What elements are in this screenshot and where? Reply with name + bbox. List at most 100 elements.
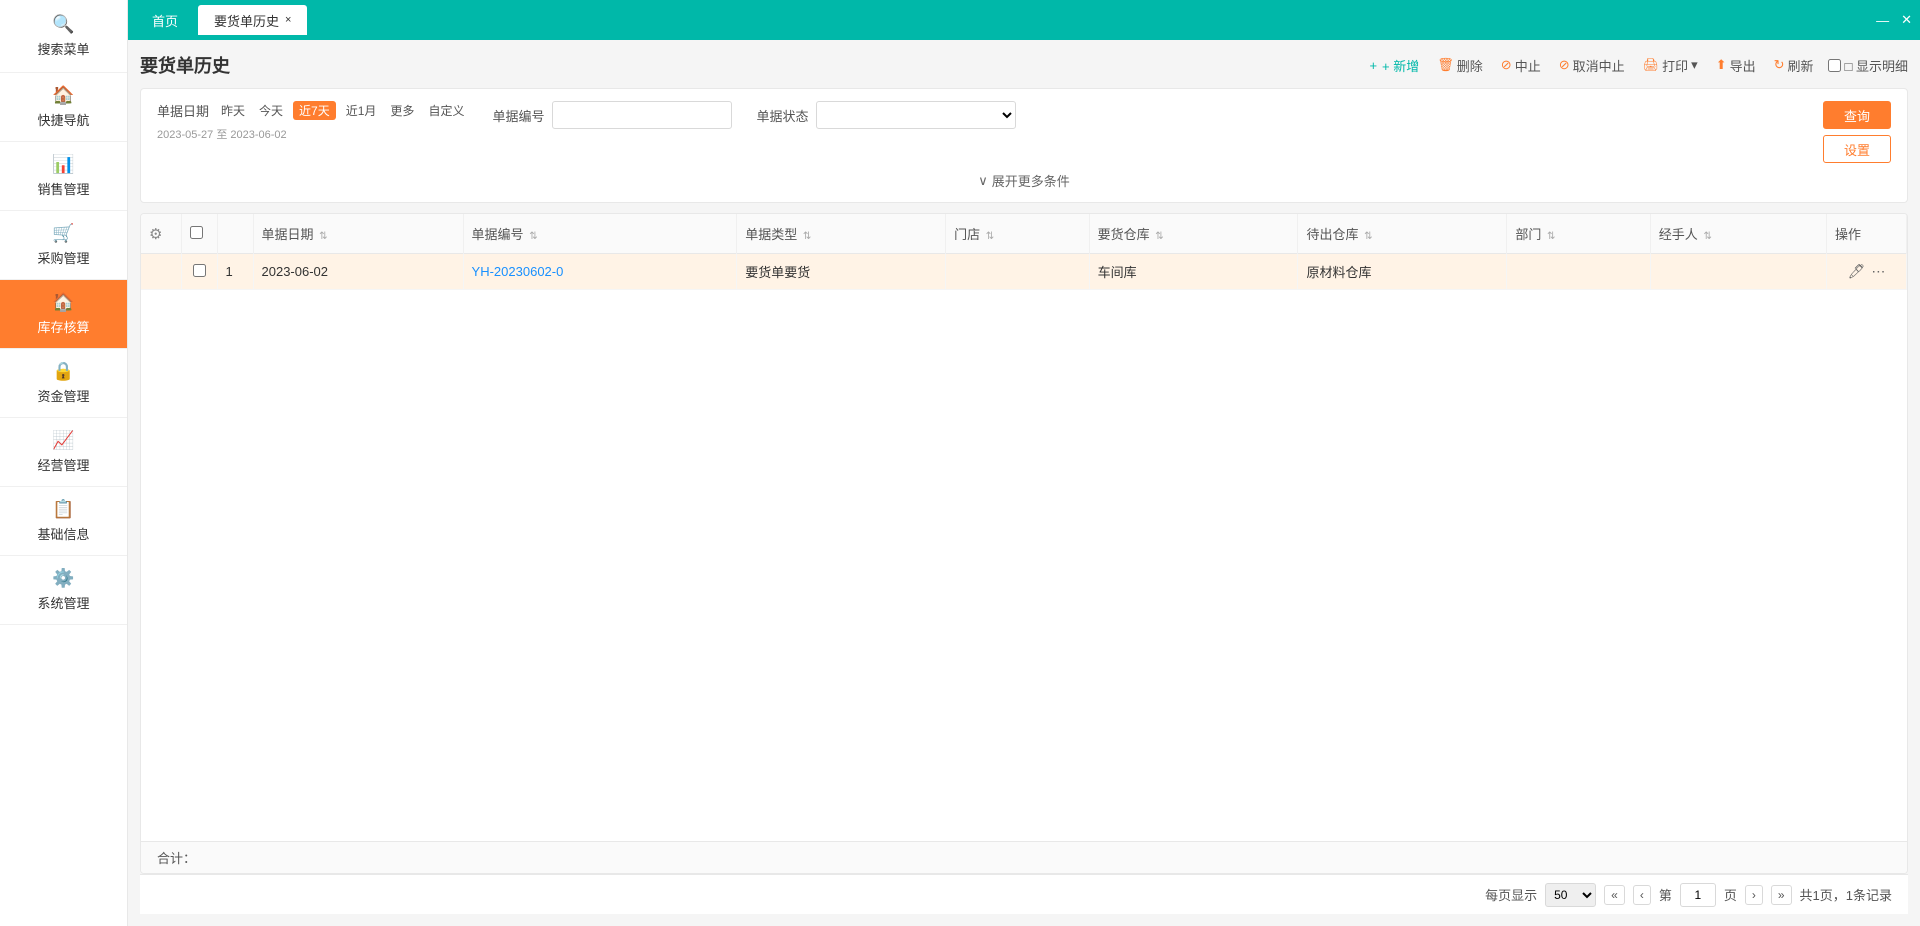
settings-button[interactable]: 设置 — [1823, 135, 1891, 163]
doc-status-filter-col: 单据状态 — [756, 101, 1016, 129]
filter-area: 单据日期 昨天 今天 近7天 近1月 更多 自定义 2023-05-27 至 2… — [140, 88, 1908, 203]
sidebar-item-label: 快捷导航 — [37, 110, 89, 129]
cell-store — [946, 254, 1089, 290]
data-table-container: ⚙ 单据日期 ⇅ 单据编号 — [140, 213, 1908, 874]
th-req-warehouse[interactable]: 要货仓库 ⇅ — [1089, 214, 1298, 254]
cell-handler — [1650, 254, 1826, 290]
cell-req-warehouse: 车间库 — [1089, 254, 1298, 290]
cell-doc-number: YH-20230602-0 — [463, 254, 737, 290]
sidebar-item-label: 基础信息 — [37, 524, 89, 543]
page-number-input[interactable] — [1680, 883, 1716, 907]
th-doc-type-label: 单据类型 — [745, 227, 797, 242]
date-custom[interactable]: 自定义 — [424, 101, 468, 120]
suspend-button[interactable]: ⊘ 中止 — [1497, 54, 1545, 77]
th-doc-number[interactable]: 单据编号 ⇅ — [463, 214, 737, 254]
export-label: 导出 — [1730, 56, 1756, 75]
th-department[interactable]: 部门 ⇅ — [1507, 214, 1650, 254]
new-button[interactable]: + + 新增 — [1365, 54, 1423, 77]
first-page-button[interactable]: « — [1604, 885, 1625, 905]
print-icon: 🖨 — [1643, 57, 1660, 73]
doc-number-link[interactable]: YH-20230602-0 — [472, 264, 564, 279]
document-icon: 📋 — [52, 499, 74, 520]
date-last-month[interactable]: 近1月 — [342, 101, 381, 120]
date-today[interactable]: 今天 — [255, 101, 287, 120]
next-page-button[interactable]: › — [1745, 885, 1763, 905]
pagination-bar: 每页显示 50 10 20 100 « ‹ 第 页 › » 共1页，1条记录 — [140, 874, 1908, 914]
print-label: 打印 — [1662, 56, 1688, 75]
sidebar-item-quick-nav[interactable]: 🏠 快捷导航 — [0, 73, 127, 142]
cancel-suspend-button[interactable]: ⊘ 取消中止 — [1555, 54, 1629, 77]
export-button[interactable]: ⬆ 导出 — [1712, 54, 1760, 77]
date-yesterday[interactable]: 昨天 — [217, 101, 249, 120]
cell-settings — [141, 254, 181, 290]
sidebar-item-label: 采购管理 — [37, 248, 89, 267]
total-records: 共1页，1条记录 — [1800, 885, 1892, 904]
tab-bar-controls: — ✕ — [1876, 12, 1912, 28]
sidebar-item-purchase[interactable]: 🛒 采购管理 — [0, 211, 127, 280]
th-pending-warehouse[interactable]: 待出仓库 ⇅ — [1298, 214, 1507, 254]
sort-icon-department: ⇅ — [1547, 231, 1555, 242]
last-page-button[interactable]: » — [1771, 885, 1792, 905]
expand-label: 展开更多条件 — [992, 171, 1070, 190]
inventory-icon: 🏠 — [52, 292, 74, 313]
window-close[interactable]: ✕ — [1901, 12, 1912, 28]
tab-home[interactable]: 首页 — [136, 5, 194, 35]
action-buttons: 查询 设置 — [1823, 101, 1891, 163]
sort-icon-handler: ⇅ — [1703, 231, 1711, 242]
th-doc-type[interactable]: 单据类型 ⇅ — [737, 214, 946, 254]
sort-icon-pending-warehouse: ⇅ — [1364, 231, 1372, 242]
print-button[interactable]: 🖨 打印 ▾ — [1639, 54, 1702, 77]
th-doc-date-label: 单据日期 — [262, 227, 314, 242]
sidebar-item-basic-info[interactable]: 📋 基础信息 — [0, 487, 127, 556]
doc-number-filter-col: 单据编号 — [492, 101, 732, 129]
more-ops-icon[interactable]: ⋯ — [1871, 263, 1885, 280]
sidebar-item-label: 系统管理 — [37, 593, 89, 612]
delete-button[interactable]: 🗑 删除 — [1433, 54, 1487, 77]
doc-number-filter-group: 单据编号 — [492, 101, 732, 129]
sidebar-item-sales[interactable]: 📊 销售管理 — [0, 142, 127, 211]
th-store[interactable]: 门店 ⇅ — [946, 214, 1089, 254]
sidebar-item-system[interactable]: ⚙️ 系统管理 — [0, 556, 127, 625]
sidebar-item-inventory[interactable]: 🏠 库存核算 — [0, 280, 127, 349]
doc-status-select[interactable] — [816, 101, 1016, 129]
sidebar-item-operations[interactable]: 📈 经营管理 — [0, 418, 127, 487]
doc-number-input[interactable] — [552, 101, 732, 129]
sidebar-item-label: 库存核算 — [37, 317, 89, 336]
display-detail-checkbox[interactable] — [1828, 59, 1841, 72]
tab-home-label: 首页 — [152, 11, 178, 30]
date-more[interactable]: 更多 — [386, 101, 418, 120]
date-last7days[interactable]: 近7天 — [293, 101, 336, 120]
print-dropdown-icon: ▾ — [1691, 57, 1698, 73]
table-row: 1 2023-06-02 YH-20230602-0 要货单要货 车间库 原材料… — [141, 254, 1907, 290]
expand-more-button[interactable]: ∨ 展开更多条件 — [157, 171, 1891, 190]
page-header: 要货单历史 + + 新增 🗑 删除 ⊘ 中止 ⊘ 取消中止 — [140, 52, 1908, 78]
refresh-button[interactable]: ↻ 刷新 — [1770, 54, 1818, 77]
tab-close-icon[interactable]: × — [285, 14, 291, 26]
th-doc-date[interactable]: 单据日期 ⇅ — [253, 214, 463, 254]
home-icon: 🏠 — [52, 85, 74, 106]
date-filter-label: 单据日期 — [157, 101, 209, 120]
tab-requisition-history[interactable]: 要货单历史 × — [198, 5, 307, 35]
sidebar: 🔍 搜索菜单 🏠 快捷导航 📊 销售管理 🛒 采购管理 🏠 库存核算 🔒 资金管… — [0, 0, 128, 926]
prev-page-button[interactable]: ‹ — [1633, 885, 1651, 905]
sort-icon-doc-type: ⇅ — [803, 231, 811, 242]
sidebar-item-finance[interactable]: 🔒 资金管理 — [0, 349, 127, 418]
window-minimize[interactable]: — — [1876, 13, 1889, 28]
th-handler[interactable]: 经手人 ⇅ — [1650, 214, 1826, 254]
suspend-label: 中止 — [1515, 56, 1541, 75]
column-settings-icon[interactable]: ⚙ — [149, 226, 162, 243]
query-button[interactable]: 查询 — [1823, 101, 1891, 129]
sidebar-item-label: 资金管理 — [37, 386, 89, 405]
chart-icon: 📊 — [52, 154, 74, 175]
per-page-select[interactable]: 50 10 20 100 — [1545, 883, 1596, 907]
suspend-icon: ⊘ — [1501, 57, 1512, 73]
edit-icon[interactable]: 🖊 — [1848, 263, 1866, 280]
sort-icon-doc-number: ⇅ — [529, 231, 537, 242]
row-checkbox[interactable] — [193, 264, 206, 277]
sidebar-item-search-menu[interactable]: 🔍 搜索菜单 — [0, 0, 127, 73]
select-all-checkbox[interactable] — [190, 226, 203, 239]
search-icon: 🔍 — [52, 14, 74, 35]
doc-number-label: 单据编号 — [492, 106, 544, 125]
delete-label: 删除 — [1457, 56, 1483, 75]
display-detail-button[interactable]: □ 显示明细 — [1828, 56, 1908, 75]
